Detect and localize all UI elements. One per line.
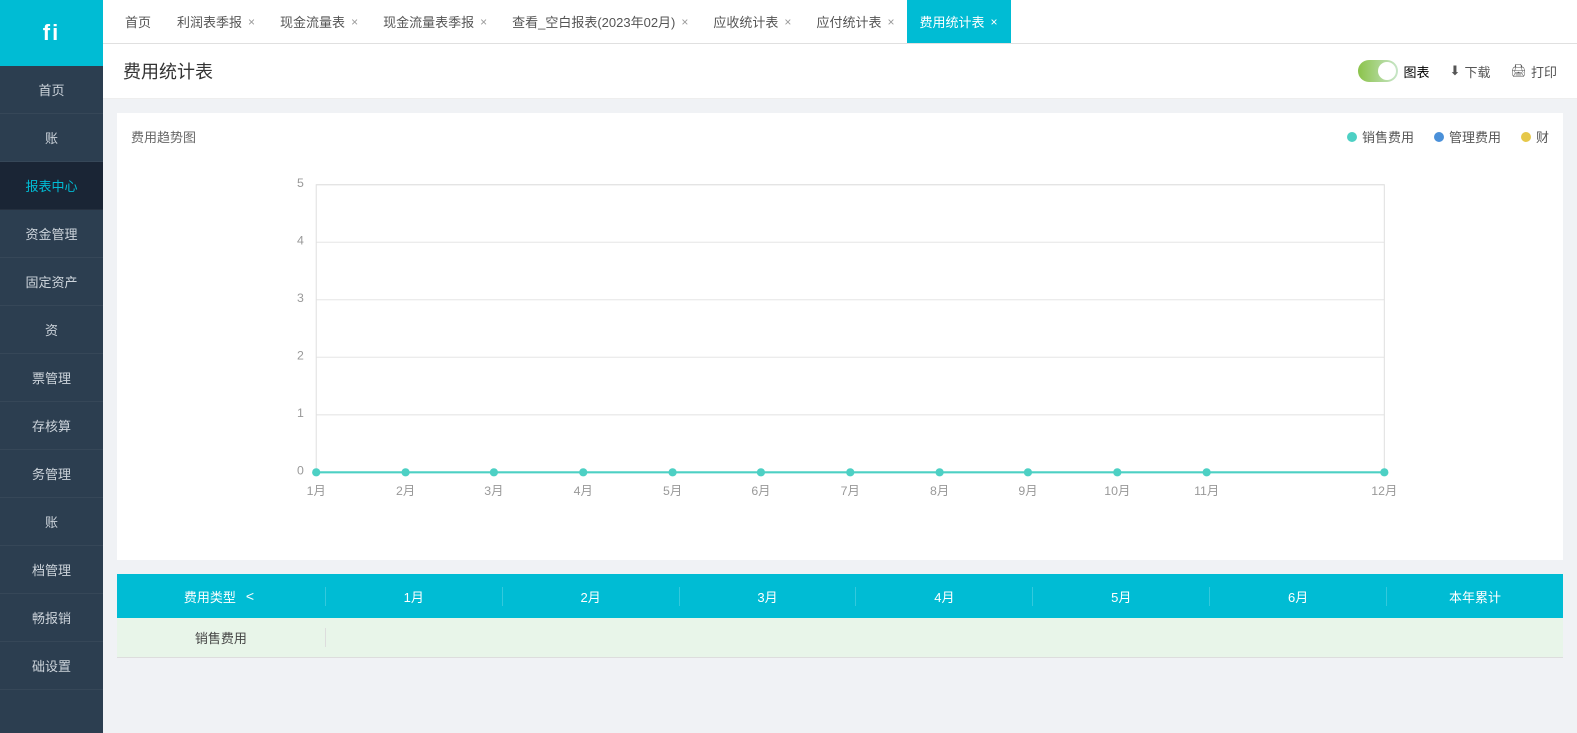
svg-text:2月: 2月 <box>396 484 415 498</box>
tab-close-expense-stat[interactable]: × <box>990 15 997 29</box>
sidebar-item-ticket[interactable]: 票管理 <box>0 354 103 402</box>
print-button[interactable]: 🖨 打印 <box>1510 62 1557 81</box>
th-m3: 3月 <box>680 587 857 606</box>
tab-close-ap[interactable]: × <box>887 15 894 29</box>
td-type: 销售费用 <box>117 628 326 647</box>
chart-toggle-wrap: 图表 <box>1358 60 1430 82</box>
tab-cashflow[interactable]: 现金流量表 × <box>268 0 371 44</box>
tab-expense-stat[interactable]: 费用统计表 × <box>907 0 1010 44</box>
th-m5: 5月 <box>1033 587 1210 606</box>
svg-text:5: 5 <box>297 176 304 190</box>
sidebar-item-account[interactable]: 账 <box>0 114 103 162</box>
sidebar-item-reports[interactable]: 报表中心 <box>0 162 103 210</box>
sidebar-item-fund[interactable]: 资金管理 <box>0 210 103 258</box>
svg-text:3月: 3月 <box>484 484 503 498</box>
tab-close-blank[interactable]: × <box>681 15 688 29</box>
sidebar-item-settings[interactable]: 础设置 <box>0 642 103 690</box>
tab-close-cashflow-q[interactable]: × <box>480 15 487 29</box>
chart-header: 费用趋势图 销售费用 管理费用 财 <box>131 127 1549 146</box>
chart-label: 图表 <box>1404 62 1430 81</box>
table-header-row: 费用类型 < 1月 2月 3月 4月 5月 6月 本年累计 <box>117 574 1563 618</box>
svg-text:3: 3 <box>297 291 304 305</box>
chart-toggle[interactable] <box>1358 60 1398 82</box>
page-header: 费用统计表 图表 ⬇ 下载 🖨 打印 <box>103 44 1577 99</box>
page-title: 费用统计表 <box>123 58 213 84</box>
sidebar-item-resource[interactable]: 资 <box>0 306 103 354</box>
chart-legend: 销售费用 管理费用 财 <box>1347 127 1549 146</box>
svg-text:0: 0 <box>297 463 304 477</box>
tab-profit[interactable]: 利润表季报 × <box>165 0 268 44</box>
th-m1: 1月 <box>326 587 503 606</box>
download-button[interactable]: ⬇ 下载 <box>1450 62 1491 81</box>
svg-text:1月: 1月 <box>307 484 326 498</box>
legend-sales: 销售费用 <box>1347 127 1414 146</box>
tab-ar[interactable]: 应收统计表 × <box>701 0 804 44</box>
table-row: 销售费用 <box>117 618 1563 658</box>
th-m6: 6月 <box>1210 587 1387 606</box>
print-icon: 🖨 <box>1510 63 1527 79</box>
svg-text:11月: 11月 <box>1194 484 1219 498</box>
th-type: 费用类型 < <box>117 587 326 606</box>
table-nav-prev[interactable]: < <box>242 588 258 604</box>
tab-bar: 首页 利润表季报 × 现金流量表 × 现金流量表季报 × 查看_空白报表(202… <box>103 0 1577 44</box>
tab-blank[interactable]: 查看_空白报表(2023年02月) × <box>500 0 701 44</box>
header-actions: 图表 ⬇ 下载 🖨 打印 <box>1358 60 1557 82</box>
svg-text:1: 1 <box>297 406 304 420</box>
legend-finance-dot <box>1521 132 1531 142</box>
svg-text:5月: 5月 <box>663 484 682 498</box>
svg-text:6月: 6月 <box>751 484 770 498</box>
sidebar-item-inventory[interactable]: 存核算 <box>0 402 103 450</box>
svg-text:4月: 4月 <box>574 484 593 498</box>
main-area: 首页 利润表季报 × 现金流量表 × 现金流量表季报 × 查看_空白报表(202… <box>103 0 1577 733</box>
svg-text:2: 2 <box>297 348 304 362</box>
svg-text:8月: 8月 <box>930 484 949 498</box>
chart-svg: 0 1 2 3 4 5 <box>131 156 1549 536</box>
svg-text:10月: 10月 <box>1104 484 1130 498</box>
sidebar-item-ledger[interactable]: 账 <box>0 498 103 546</box>
th-ytd: 本年累计 <box>1387 587 1563 606</box>
download-icon: ⬇ <box>1450 63 1461 79</box>
chart-title: 费用趋势图 <box>131 127 196 146</box>
content-area: 费用统计表 图表 ⬇ 下载 🖨 打印 费用趋势图 <box>103 44 1577 733</box>
sidebar-item-home[interactable]: 首页 <box>0 66 103 114</box>
sidebar: fi 首页 账 报表中心 资金管理 固定资产 资 票管理 存核算 务管理 账 档… <box>0 0 103 733</box>
svg-text:4: 4 <box>297 233 304 247</box>
sidebar-logo: fi <box>0 0 103 66</box>
legend-admin-dot <box>1434 132 1444 142</box>
legend-admin: 管理费用 <box>1434 127 1501 146</box>
legend-finance: 财 <box>1521 127 1549 146</box>
svg-text:12月: 12月 <box>1371 484 1397 498</box>
svg-text:9月: 9月 <box>1018 484 1037 498</box>
svg-text:7月: 7月 <box>841 484 860 498</box>
table-section: 费用类型 < 1月 2月 3月 4月 5月 6月 本年累计 销售费用 <box>117 574 1563 658</box>
legend-sales-dot <box>1347 132 1357 142</box>
sidebar-item-service[interactable]: 务管理 <box>0 450 103 498</box>
tab-cashflow-q[interactable]: 现金流量表季报 × <box>371 0 500 44</box>
sidebar-item-archive[interactable]: 档管理 <box>0 546 103 594</box>
th-m2: 2月 <box>503 587 680 606</box>
tab-close-cashflow[interactable]: × <box>351 15 358 29</box>
sidebar-item-assets[interactable]: 固定资产 <box>0 258 103 306</box>
sidebar-item-expense[interactable]: 畅报销 <box>0 594 103 642</box>
tab-close-ar[interactable]: × <box>784 15 791 29</box>
tab-home[interactable]: 首页 <box>111 0 165 44</box>
tab-ap[interactable]: 应付统计表 × <box>804 0 907 44</box>
chart-container: 0 1 2 3 4 5 <box>131 156 1549 546</box>
chart-section: 费用趋势图 销售费用 管理费用 财 <box>117 113 1563 560</box>
th-m4: 4月 <box>856 587 1033 606</box>
tab-close-profit[interactable]: × <box>248 15 255 29</box>
